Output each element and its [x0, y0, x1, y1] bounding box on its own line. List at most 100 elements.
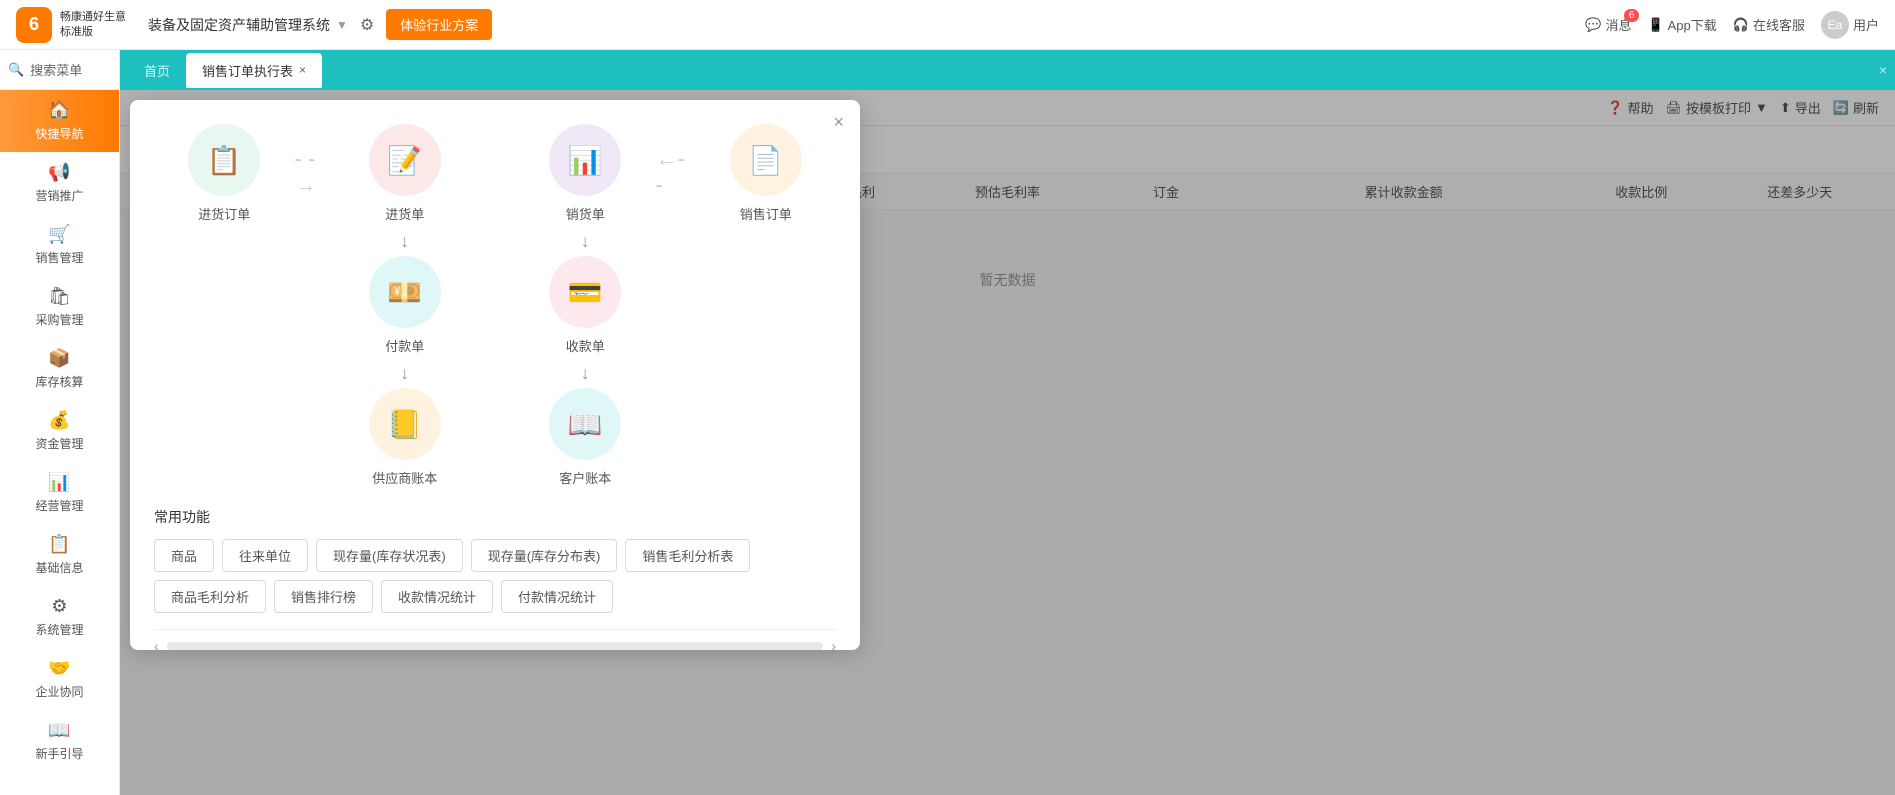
- service-icon: 🎧: [1733, 17, 1749, 33]
- modal-close-btn[interactable]: ×: [833, 112, 844, 133]
- basic-icon: 📋: [48, 534, 70, 555]
- func-btn-sales-profit[interactable]: 销售毛利分析表: [625, 539, 750, 572]
- func-btn-receipt-stats[interactable]: 收款情况统计: [381, 580, 493, 613]
- online-service-btn[interactable]: 🎧 在线客服: [1733, 15, 1805, 34]
- main-content: ❓ 帮助 🖨 按模板打印 ▼ ⬆ 导出 🔄: [120, 90, 1895, 795]
- content-area: 首页 销售订单执行表 × × ❓ 帮助: [120, 50, 1895, 795]
- func-btn-goods-profit[interactable]: 商品毛利分析: [154, 580, 266, 613]
- arrow-down-1: ↓: [335, 231, 476, 252]
- home-icon: 🏠: [48, 100, 70, 121]
- experience-btn[interactable]: 体验行业方案: [386, 9, 492, 40]
- customer-label: 客户账本: [559, 468, 611, 487]
- guide-icon: 📖: [48, 720, 70, 741]
- payment-icon: 💴: [369, 256, 441, 328]
- arrow-down-4: ↓: [515, 363, 656, 384]
- sidebar-item-finance[interactable]: 💰 资金管理: [0, 400, 119, 462]
- sales-bill-icon: 📊: [549, 124, 621, 196]
- scroll-track[interactable]: [167, 642, 824, 650]
- sidebar-item-system[interactable]: ⚙ 系统管理: [0, 586, 119, 648]
- inventory-icon: 📦: [48, 348, 70, 369]
- func-btn-partners[interactable]: 往来单位: [222, 539, 308, 572]
- top-bar: 6 畅康通好生意 标准版 装备及固定资产辅助管理系统 ▼ ⚙ 体验行业方案 💬 …: [0, 0, 1895, 50]
- finance-icon: 💰: [48, 410, 70, 431]
- message-badge: 6: [1624, 9, 1640, 22]
- customer-icon: 📖: [549, 388, 621, 460]
- func-btn-stock-status[interactable]: 现存量(库存状况表): [316, 539, 463, 572]
- common-functions-title: 常用功能: [154, 507, 836, 527]
- sidebar-item-guide[interactable]: 📖 新手引导: [0, 710, 119, 772]
- tab-sales-order[interactable]: 销售订单执行表 ×: [186, 53, 322, 88]
- sidebar-item-purchase[interactable]: 🛍 采购管理: [0, 276, 119, 338]
- sales-order-label: 销售订单: [740, 204, 792, 223]
- user-area[interactable]: Ea 用户: [1821, 11, 1879, 39]
- func-btn-payment-stats[interactable]: 付款情况统计: [501, 580, 613, 613]
- operation-icon: 📊: [48, 472, 70, 493]
- arrow-down-3: ↓: [335, 363, 476, 384]
- sidebar-item-inventory[interactable]: 📦 库存核算: [0, 338, 119, 400]
- sales-icon: 🛒: [48, 224, 70, 245]
- flow-node-purchase-order: 📋 进货订单: [154, 124, 295, 223]
- sales-bill-label: 销货单: [566, 204, 605, 223]
- tab-close-icon[interactable]: ×: [299, 63, 306, 77]
- supplier-label: 供应商账本: [372, 468, 437, 487]
- purchase-icon: 🛍: [48, 286, 71, 307]
- marketing-icon: 📢: [48, 162, 70, 183]
- purchase-bill-label: 进货单: [385, 204, 424, 223]
- flow-node-receipt: 💳 收款单: [515, 256, 656, 355]
- settings-icon[interactable]: ⚙: [360, 15, 374, 35]
- cooperation-icon: 🤝: [48, 658, 70, 679]
- logo-icon: 6: [16, 7, 52, 43]
- purchase-order-label: 进货订单: [198, 204, 250, 223]
- avatar: Ea: [1821, 11, 1849, 39]
- system-dropdown-icon[interactable]: ▼: [336, 18, 348, 32]
- flow-node-payment: 💴 付款单: [335, 256, 476, 355]
- arrow-down-2: ↓: [515, 231, 656, 252]
- sidebar-item-cooperation[interactable]: 🤝 企业协同: [0, 648, 119, 710]
- spacer-1: [475, 124, 515, 146]
- flow-node-purchase-bill: 📝 进货单: [335, 124, 476, 223]
- system-title-text: 装备及固定资产辅助管理系统: [148, 15, 330, 35]
- message-btn[interactable]: 💬 消息 6: [1585, 15, 1631, 34]
- tab-home[interactable]: 首页: [128, 53, 186, 88]
- func-btn-sales-rank[interactable]: 销售排行榜: [274, 580, 373, 613]
- sidebar: 🔍 搜索菜单 🏠 快捷导航 📢 营销推广 🛒 销售管理 🛍 采购管理 📦: [0, 50, 120, 795]
- sidebar-item-basic[interactable]: 📋 基础信息: [0, 524, 119, 586]
- system-title-area: 装备及固定资产辅助管理系统 ▼: [148, 15, 348, 35]
- func-btn-stock-dist[interactable]: 现存量(库存分布表): [471, 539, 618, 572]
- tab-bar-close-icon[interactable]: ×: [1879, 62, 1887, 78]
- payment-label: 付款单: [385, 336, 424, 355]
- system-icon: ⚙: [51, 596, 67, 617]
- flow-node-sales-bill: 📊 销货单: [515, 124, 656, 223]
- sales-order-icon: 📄: [730, 124, 802, 196]
- purchase-bill-icon: 📝: [369, 124, 441, 196]
- sidebar-item-quick-nav[interactable]: 🏠 快捷导航: [0, 90, 119, 152]
- modal-overlay[interactable]: × 📋 进货订单 - - → 📝 进货单: [120, 90, 1895, 795]
- app-download-btn[interactable]: 📱 App下载: [1647, 15, 1716, 34]
- logo-text: 畅康通好生意 标准版: [60, 10, 126, 39]
- flow-node-sales-order: 📄 销售订单: [696, 124, 837, 223]
- arrow-h-2: ←- -: [656, 124, 696, 198]
- receipt-label: 收款单: [566, 336, 605, 355]
- modal-box: × 📋 进货订单 - - → 📝 进货单: [130, 100, 860, 650]
- message-icon: 💬: [1585, 17, 1601, 33]
- main-area: 🔍 搜索菜单 🏠 快捷导航 📢 营销推广 🛒 销售管理 🛍 采购管理 📦: [0, 50, 1895, 795]
- top-right: 💬 消息 6 📱 App下载 🎧 在线客服 Ea 用户: [1585, 11, 1879, 39]
- flow-node-customer: 📖 客户账本: [515, 388, 656, 487]
- scroll-right-btn[interactable]: ›: [831, 638, 836, 650]
- tab-bar: 首页 销售订单执行表 × ×: [120, 50, 1895, 90]
- scroll-left-btn[interactable]: ‹: [154, 638, 159, 650]
- logo-area: 6 畅康通好生意 标准版: [16, 7, 136, 43]
- sidebar-item-sales[interactable]: 🛒 销售管理: [0, 214, 119, 276]
- app-wrapper: 6 畅康通好生意 标准版 装备及固定资产辅助管理系统 ▼ ⚙ 体验行业方案 💬 …: [0, 0, 1895, 795]
- func-btn-goods[interactable]: 商品: [154, 539, 214, 572]
- download-icon: 📱: [1647, 17, 1663, 33]
- sidebar-item-operation[interactable]: 📊 经营管理: [0, 462, 119, 524]
- sidebar-item-marketing[interactable]: 📢 营销推广: [0, 152, 119, 214]
- flow-node-supplier: 📒 供应商账本: [335, 388, 476, 487]
- receipt-icon: 💳: [549, 256, 621, 328]
- purchase-order-icon: 📋: [188, 124, 260, 196]
- arrow-h-1: - - →: [295, 124, 335, 198]
- sidebar-search[interactable]: 🔍 搜索菜单: [0, 50, 119, 90]
- function-buttons: 商品 往来单位 现存量(库存状况表) 现存量(库存分布表) 销售毛利分析表 商品…: [154, 539, 836, 613]
- supplier-icon: 📒: [369, 388, 441, 460]
